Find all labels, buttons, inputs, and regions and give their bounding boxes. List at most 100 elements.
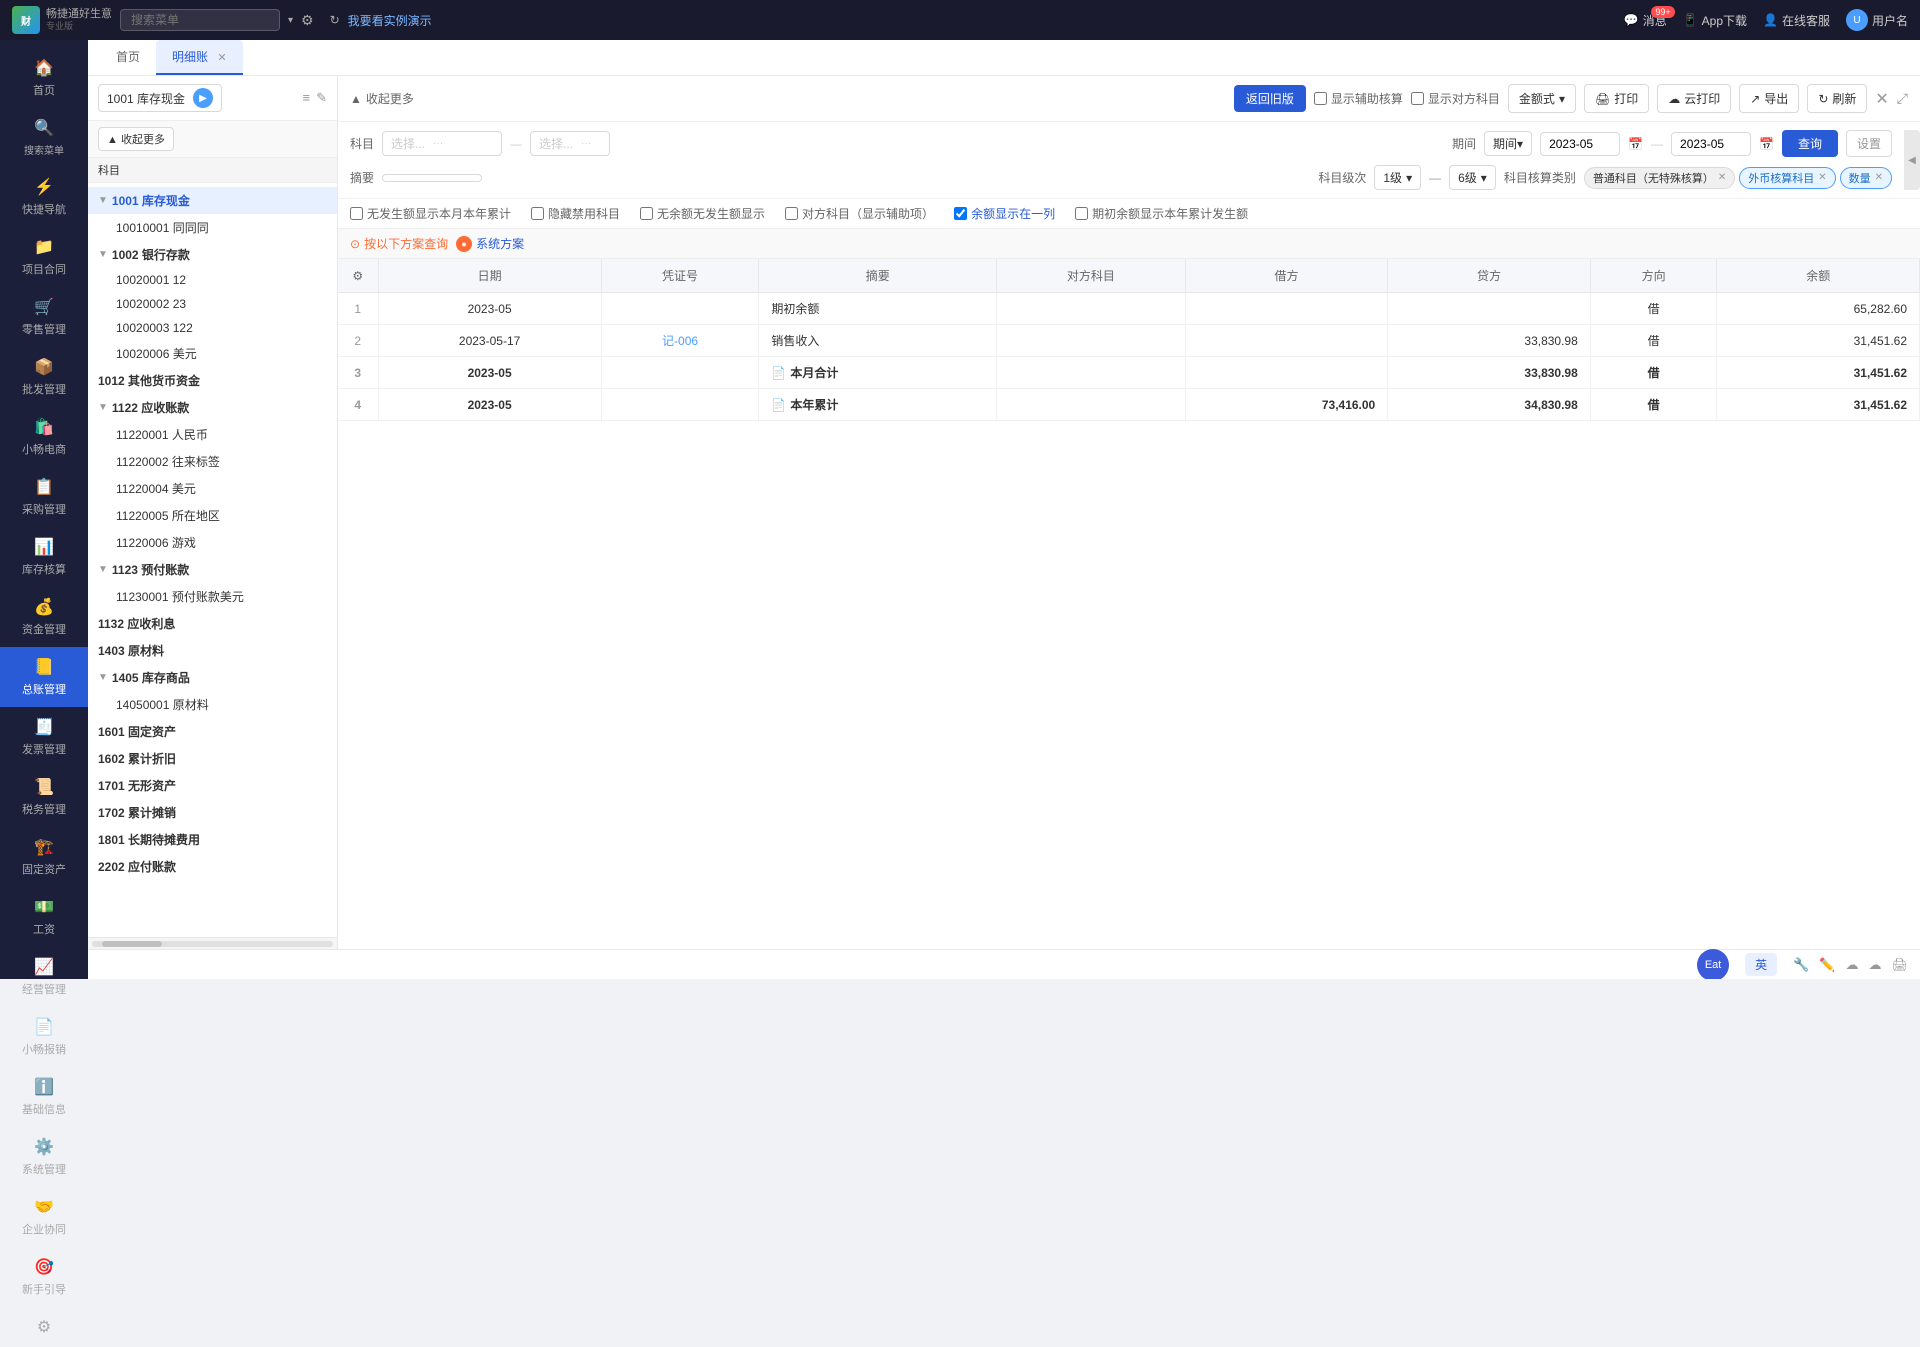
tree-item-1602[interactable]: 1602 累计折旧 (88, 745, 337, 772)
tree-item-1702[interactable]: 1702 累计摊销 (88, 799, 337, 826)
tree-item-1132[interactable]: 1132 应收利息 (88, 610, 337, 637)
tree-item-1403[interactable]: 1403 原材料 (88, 637, 337, 664)
sidebar-item-gear[interactable]: ⚙ (33, 1307, 55, 1347)
account-filter-input[interactable]: 选择... ··· (382, 131, 502, 156)
tree-item-2202[interactable]: 2202 应付账款 (88, 853, 337, 880)
sidebar-item-salary[interactable]: 💵 工资 (0, 887, 88, 947)
cb-balance-col[interactable]: 余额显示在一列 (954, 205, 1055, 222)
filter-collapse-button[interactable]: ◀ (1904, 130, 1920, 190)
maximize-button[interactable]: ⤢ (1897, 90, 1908, 107)
cb-period-init-input[interactable] (1075, 207, 1088, 220)
tree-item-1001[interactable]: ▼ 1001 库存现金 (88, 187, 337, 214)
tree-item-11220005[interactable]: 11220005 所在地区 (88, 502, 337, 529)
tree-item-1122[interactable]: ▼ 1122 应收账款 (88, 394, 337, 421)
level-start-select[interactable]: 1级 ▾ (1374, 165, 1421, 190)
show-contra-input[interactable] (1411, 92, 1424, 105)
sidebar-item-wholesale[interactable]: 📦 批发管理 (0, 347, 88, 407)
td-voucher-2[interactable]: 记-006 (601, 325, 759, 357)
show-aux-input[interactable] (1314, 92, 1327, 105)
show-contra-checkbox[interactable]: 显示对方科目 (1411, 90, 1500, 107)
cb-no-amount-input[interactable] (350, 207, 363, 220)
app-download-button[interactable]: 📱 App下载 (1683, 12, 1747, 29)
cb-hide-disabled[interactable]: 隐藏禁用科目 (531, 205, 620, 222)
more-button[interactable]: ▲ 收起更多 (350, 90, 414, 107)
cb-contra[interactable]: 对方科目（显示辅助项） (785, 205, 934, 222)
search-dropdown-arrow[interactable]: ▾ (288, 15, 293, 26)
show-aux-checkbox[interactable]: 显示辅助核算 (1314, 90, 1403, 107)
period-end-input[interactable] (1671, 132, 1751, 156)
tree-item-10010001[interactable]: 10010001 同同同 (88, 214, 337, 241)
tab-close-icon[interactable]: ✕ (217, 52, 226, 64)
sidebar-item-home[interactable]: 🏠 首页 (0, 48, 88, 108)
sidebar-item-fixed-asset[interactable]: 🏗️ 固定资产 (0, 827, 88, 887)
tree-item-11230001[interactable]: 11230001 预付账款美元 (88, 583, 337, 610)
cloud-print-button[interactable]: ☁ 云打印 (1657, 84, 1731, 113)
sidebar-item-invoice[interactable]: 🧾 发票管理 (0, 707, 88, 767)
period-calendar-icon[interactable]: 📅 (1628, 137, 1643, 151)
sidebar-item-report[interactable]: 📄 小畅报销 (0, 1007, 88, 1067)
sidebar-item-shop[interactable]: 🛍️ 小畅电商 (0, 407, 88, 467)
tree-item-1123[interactable]: ▼ 1123 预付账款 (88, 556, 337, 583)
tree-item-10020006[interactable]: 10020006 美元 (88, 340, 337, 367)
user-area[interactable]: U 用户名 (1846, 9, 1908, 31)
tag-foreign-close[interactable]: ✕ (1818, 172, 1826, 183)
tree-item-1801[interactable]: 1801 长期待摊费用 (88, 826, 337, 853)
sidebar-item-retail[interactable]: 🛒 零售管理 (0, 287, 88, 347)
sidebar-item-system[interactable]: ⚙️ 系统管理 (0, 1127, 88, 1187)
filter-icon-btn[interactable]: ⊙ 按以下方案查询 (350, 235, 448, 252)
english-button[interactable]: 英 (1745, 953, 1777, 976)
tree-item-11220001[interactable]: 11220001 人民币 (88, 421, 337, 448)
left-panel-scrollbar[interactable] (88, 937, 337, 949)
top-search-input[interactable] (120, 9, 280, 31)
sidebar-item-purchase[interactable]: 📋 采购管理 (0, 467, 88, 527)
tree-item-1405[interactable]: ▼ 1405 库存商品 (88, 664, 337, 691)
tree-item-14050001[interactable]: 14050001 原材料 (88, 691, 337, 718)
sidebar-item-cooperation[interactable]: 🤝 企业协同 (0, 1187, 88, 1247)
online-service-button[interactable]: 👤 在线客服 (1763, 12, 1830, 29)
cloud-icon2[interactable]: ☁ (1868, 957, 1881, 973)
tree-item-1012[interactable]: 1012 其他货币资金 (88, 367, 337, 394)
cb-balance-col-input[interactable] (954, 207, 967, 220)
sidebar-item-finance[interactable]: 💰 资金管理 (0, 587, 88, 647)
account-selector[interactable]: 1001 库存现金 ▶ (98, 84, 222, 112)
sidebar-item-basic[interactable]: ℹ️ 基础信息 (0, 1067, 88, 1127)
message-button[interactable]: 💬 消息 99+ (1624, 12, 1667, 29)
tree-item-11220004[interactable]: 11220004 美元 (88, 475, 337, 502)
cb-contra-input[interactable] (785, 207, 798, 220)
tag-normal-close[interactable]: ✕ (1718, 172, 1726, 183)
return-old-button[interactable]: 返回旧版 (1234, 85, 1306, 112)
sidebar-item-inventory[interactable]: 📊 库存核算 (0, 527, 88, 587)
panel-list-icon[interactable]: ≡ (303, 90, 311, 106)
tree-item-1701[interactable]: 1701 无形资产 (88, 772, 337, 799)
tag-foreign[interactable]: 外币核算科目 ✕ (1739, 167, 1835, 189)
panel-close-button[interactable]: ✕ (1875, 89, 1888, 109)
tag-quantity-close[interactable]: ✕ (1875, 172, 1883, 183)
demo-link[interactable]: 我要看实例演示 (348, 12, 432, 29)
tab-home[interactable]: 首页 (100, 40, 156, 75)
selector-next-arrow[interactable]: ▶ (193, 88, 213, 108)
export-button[interactable]: ↗ 导出 (1739, 84, 1799, 113)
tree-item-10020003[interactable]: 10020003 122 (88, 316, 337, 340)
filter-settings-button[interactable]: 设置 (1846, 130, 1892, 157)
tree-item-10020002[interactable]: 10020002 23 (88, 292, 337, 316)
cb-period-init[interactable]: 期初余额显示本年累计发生额 (1075, 205, 1248, 222)
tag-normal[interactable]: 普通科目（无特殊核算） ✕ (1584, 167, 1735, 189)
cloud-icon1[interactable]: ☁ (1845, 957, 1858, 973)
cb-no-balance[interactable]: 无余额无发生额显示 (640, 205, 765, 222)
cb-no-balance-input[interactable] (640, 207, 653, 220)
query-button[interactable]: 查询 (1782, 130, 1838, 157)
sidebar-item-search[interactable]: 🔍 搜索菜单 (0, 108, 88, 167)
panel-edit-icon[interactable]: ✎ (316, 90, 327, 106)
tree-item-1002[interactable]: ▼ 1002 银行存款 (88, 241, 337, 268)
scheme-item[interactable]: ● 系统方案 (456, 235, 524, 252)
period-type-select[interactable]: 期间▾ (1484, 131, 1532, 156)
tree-item-1601[interactable]: 1601 固定资产 (88, 718, 337, 745)
account-filter-input2[interactable]: 选择... ··· (530, 131, 610, 156)
gear-icon[interactable]: ⚙ (352, 269, 363, 283)
tag-quantity[interactable]: 数量 ✕ (1840, 167, 1892, 189)
tree-item-11220002[interactable]: 11220002 往来标签 (88, 448, 337, 475)
sidebar-item-accounting[interactable]: 📒 总账管理 (0, 647, 88, 707)
tools-icon[interactable]: 🔧 (1793, 957, 1809, 973)
settings-icon[interactable]: ⚙ (301, 12, 314, 29)
tree-item-10020001[interactable]: 10020001 12 (88, 268, 337, 292)
